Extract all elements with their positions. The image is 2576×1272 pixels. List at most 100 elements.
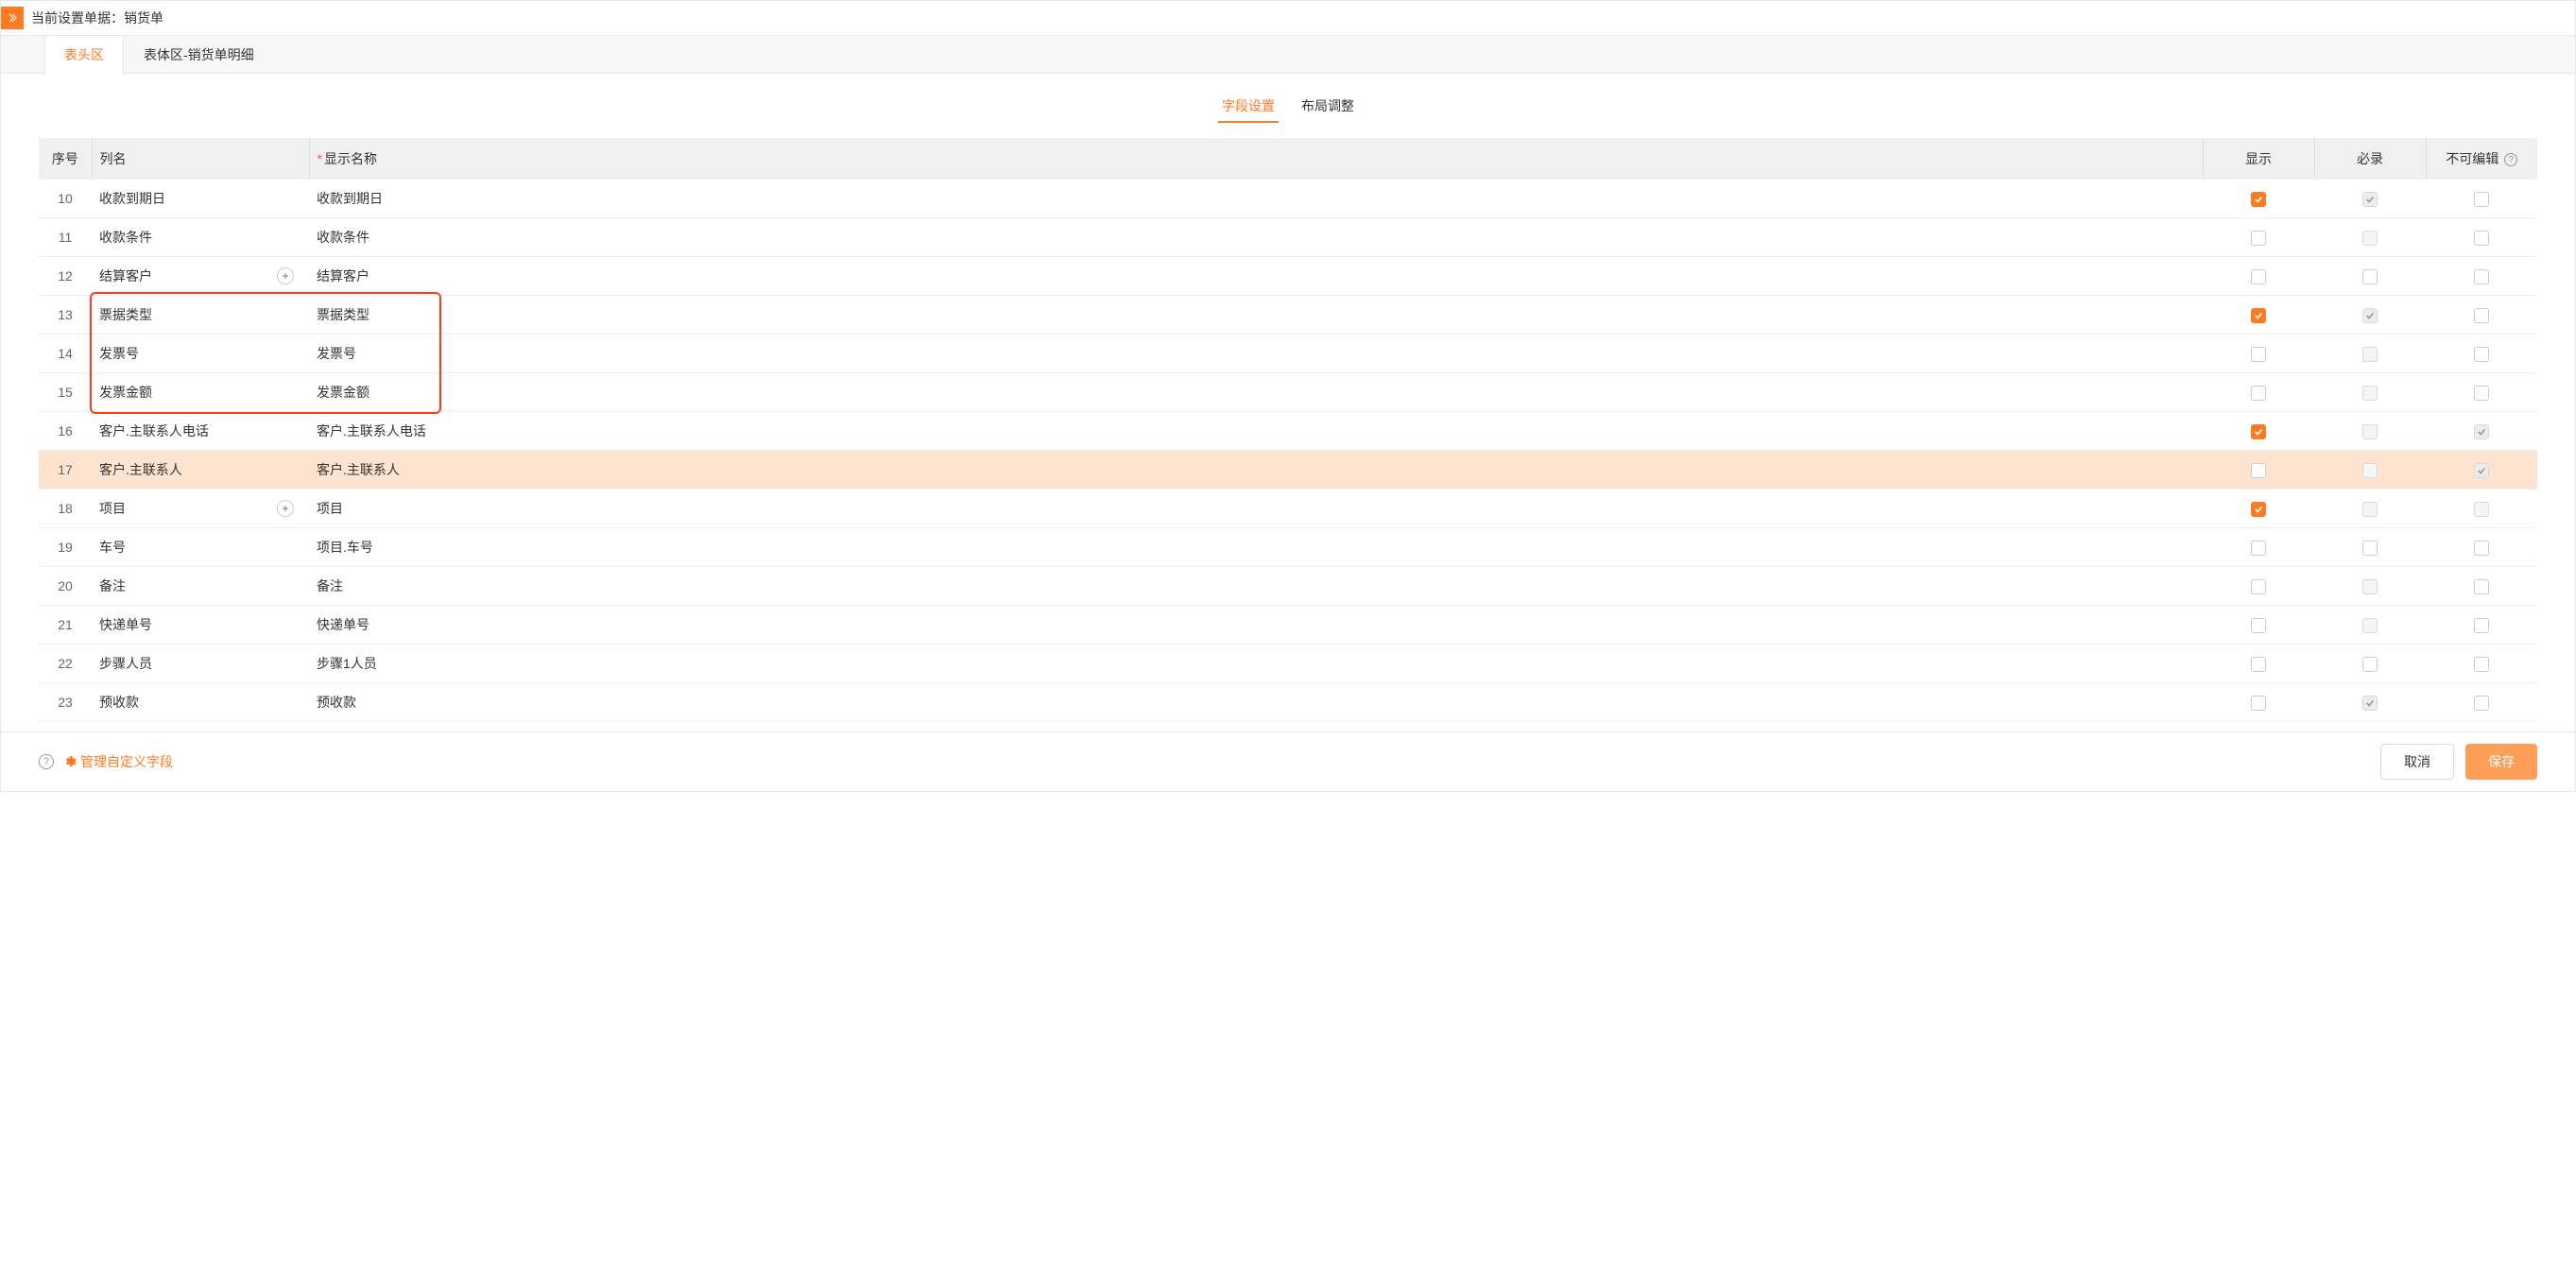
readonly-checkbox[interactable] <box>2474 696 2489 711</box>
help-icon[interactable]: ? <box>2504 153 2517 166</box>
add-subfield-button[interactable]: + <box>277 500 294 517</box>
row-name-cell: 收款条件 <box>92 218 309 257</box>
row-required-cell <box>2314 567 2426 606</box>
row-name-cell: 发票号 <box>92 335 309 373</box>
row-seq: 21 <box>39 606 92 645</box>
table-row: 15发票金额发票金额 <box>39 373 2537 412</box>
readonly-checkbox[interactable] <box>2474 386 2489 401</box>
readonly-checkbox[interactable] <box>2474 269 2489 284</box>
row-name: 结算客户 <box>99 266 152 285</box>
show-checkbox[interactable] <box>2251 657 2266 672</box>
readonly-checkbox[interactable] <box>2474 192 2489 207</box>
readonly-checkbox <box>2474 502 2489 517</box>
row-display-name[interactable]: 备注 <box>309 567 2203 606</box>
gear-icon <box>63 755 77 768</box>
show-checkbox[interactable] <box>2251 463 2266 478</box>
show-checkbox[interactable] <box>2251 541 2266 556</box>
row-readonly-cell <box>2426 180 2537 218</box>
show-checkbox[interactable] <box>2251 618 2266 633</box>
row-show-cell <box>2203 451 2314 490</box>
show-checkbox[interactable] <box>2251 231 2266 246</box>
table-row: 21 快递单号 快递单号 <box>39 606 2537 645</box>
show-checkbox[interactable] <box>2251 579 2266 594</box>
row-name: 发票金额 <box>99 383 152 402</box>
row-name: 票据类型 <box>99 305 152 324</box>
table-row: 18项目+项目 <box>39 490 2537 528</box>
header-bar: 当前设置单据：销货单 <box>1 1 2575 36</box>
readonly-checkbox[interactable] <box>2474 618 2489 633</box>
row-name-cell: 客户.主联系人 <box>92 451 309 490</box>
table-row: 17客户.主联系人客户.主联系人 <box>39 451 2537 490</box>
row-display-name[interactable]: 发票号 <box>309 335 2203 373</box>
row-seq: 19 <box>39 528 92 567</box>
table-wrapper: 序号 列名 *显示名称 显示 必录 不可编辑 ? 10收款到期日收款到期日11收… <box>1 123 2575 722</box>
row-name-cell: 结算客户 + <box>92 257 309 296</box>
expand-toggle-button[interactable] <box>1 7 24 29</box>
col-header-required: 必录 <box>2314 138 2426 180</box>
readonly-checkbox <box>2474 463 2489 478</box>
manage-custom-fields-link[interactable]: 管理自定义字段 <box>63 752 173 771</box>
row-display-name[interactable]: 预收款 <box>309 683 2203 722</box>
readonly-checkbox[interactable] <box>2474 308 2489 323</box>
required-checkbox[interactable] <box>2362 269 2378 284</box>
add-subfield-button[interactable]: + <box>277 267 294 284</box>
required-checkbox <box>2362 231 2378 246</box>
show-checkbox[interactable] <box>2251 502 2266 517</box>
row-name-cell: 项目+ <box>92 490 309 528</box>
row-name: 收款到期日 <box>99 189 165 208</box>
manage-custom-fields-text: 管理自定义字段 <box>80 752 173 771</box>
help-icon[interactable]: ? <box>39 754 54 769</box>
show-checkbox[interactable] <box>2251 308 2266 323</box>
top-tab-1[interactable]: 表体区-销货单明细 <box>124 35 274 74</box>
required-checkbox[interactable] <box>2362 541 2378 556</box>
readonly-checkbox[interactable] <box>2474 657 2489 672</box>
header-title-prefix: 当前设置单据： <box>31 10 124 26</box>
show-checkbox[interactable] <box>2251 192 2266 207</box>
row-show-cell <box>2203 567 2314 606</box>
row-name: 备注 <box>99 576 126 595</box>
save-button[interactable]: 保存 <box>2465 744 2537 780</box>
show-checkbox[interactable] <box>2251 696 2266 711</box>
top-tab-0[interactable]: 表头区 <box>44 35 124 75</box>
row-readonly-cell <box>2426 373 2537 412</box>
readonly-checkbox[interactable] <box>2474 231 2489 246</box>
show-checkbox[interactable] <box>2251 269 2266 284</box>
row-readonly-cell <box>2426 606 2537 645</box>
row-display-name[interactable]: 客户.主联系人 <box>309 451 2203 490</box>
row-display-name[interactable]: 快递单号 <box>309 606 2203 645</box>
required-checkbox[interactable] <box>2362 657 2378 672</box>
table-row: 23预收款预收款 <box>39 683 2537 722</box>
readonly-checkbox[interactable] <box>2474 541 2489 556</box>
readonly-checkbox[interactable] <box>2474 579 2489 594</box>
row-display-name[interactable]: 收款条件 <box>309 218 2203 257</box>
row-display-name[interactable]: 收款到期日 <box>309 180 2203 218</box>
show-checkbox[interactable] <box>2251 347 2266 362</box>
row-display-name[interactable]: 客户.主联系人电话 <box>309 412 2203 451</box>
required-checkbox <box>2362 424 2378 439</box>
row-seq: 23 <box>39 683 92 722</box>
show-checkbox[interactable] <box>2251 386 2266 401</box>
row-readonly-cell <box>2426 528 2537 567</box>
table-row: 11收款条件收款条件 <box>39 218 2537 257</box>
row-name: 快递单号 <box>99 615 152 634</box>
row-display-name[interactable]: 项目.车号 <box>309 528 2203 567</box>
cancel-button[interactable]: 取消 <box>2380 744 2454 780</box>
row-seq: 16 <box>39 412 92 451</box>
row-name: 客户.主联系人电话 <box>99 421 209 440</box>
row-display-name[interactable]: 发票金额 <box>309 373 2203 412</box>
required-checkbox <box>2362 579 2378 594</box>
show-checkbox[interactable] <box>2251 424 2266 439</box>
col-header-display-name: *显示名称 <box>309 138 2203 180</box>
readonly-checkbox[interactable] <box>2474 347 2489 362</box>
sub-tab-0[interactable]: 字段设置 <box>1218 89 1279 123</box>
row-seq: 22 <box>39 645 92 683</box>
sub-tab-1[interactable]: 布局调整 <box>1297 89 1358 123</box>
row-required-cell <box>2314 412 2426 451</box>
required-checkbox <box>2362 463 2378 478</box>
row-display-name[interactable]: 结算客户 <box>309 257 2203 296</box>
row-display-name[interactable]: 步骤1人员 <box>309 645 2203 683</box>
row-display-name[interactable]: 项目 <box>309 490 2203 528</box>
col-header-name: 列名 <box>92 138 309 180</box>
row-name-cell: 车号 <box>92 528 309 567</box>
row-display-name[interactable]: 票据类型 <box>309 296 2203 335</box>
